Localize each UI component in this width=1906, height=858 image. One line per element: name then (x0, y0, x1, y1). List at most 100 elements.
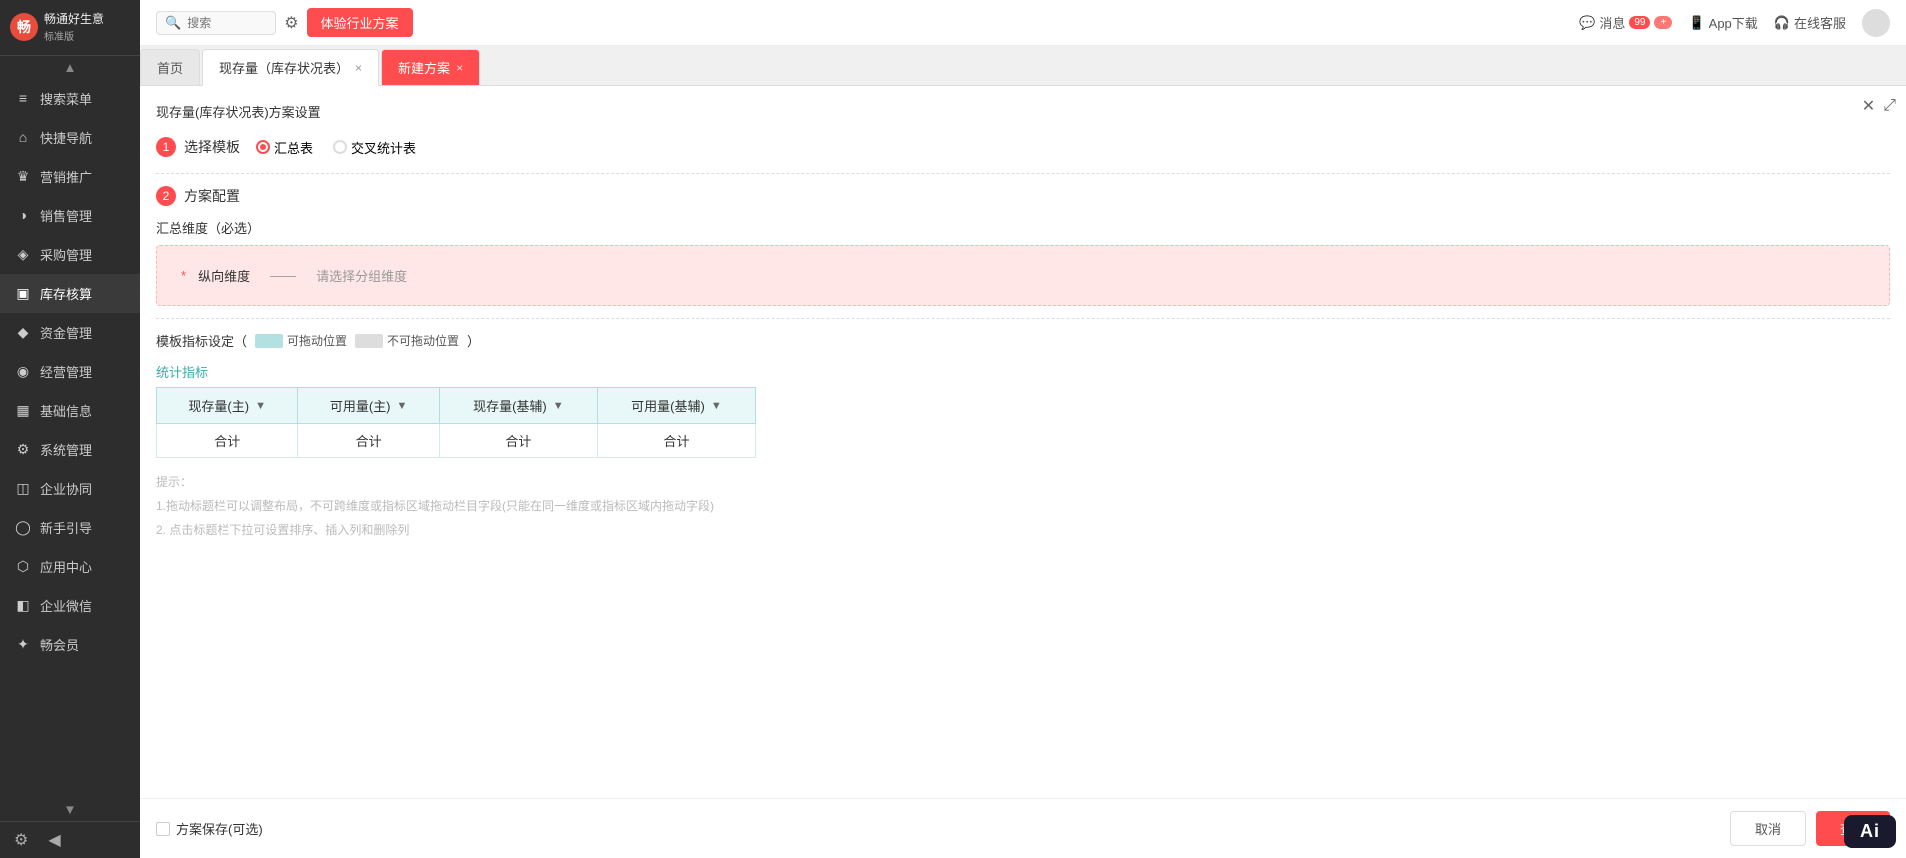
message-label: 消息 (1599, 13, 1625, 32)
sidebar-item-quick-nav[interactable]: ⌂ 快捷导航 (0, 118, 140, 157)
sidebar-item-label: 搜索菜单 (40, 89, 92, 108)
tips-section: 提示： 1.拖动标题栏可以调整布局，不可跨维度或指标区域拖动栏目字段(只能在同一… (156, 470, 1890, 542)
sidebar-item-label: 应用中心 (40, 557, 92, 576)
tab-new-scheme-close[interactable]: × (456, 61, 463, 75)
radio-summary[interactable] (256, 140, 270, 154)
save-option: 方案保存(可选) (156, 819, 263, 838)
save-checkbox[interactable] (156, 822, 170, 836)
dimension-placeholder[interactable]: 请选择分组维度 (316, 266, 407, 285)
legend-fixed-item: 不可拖动位置 (355, 332, 459, 349)
sidebar-item-purchase[interactable]: ◈ 采购管理 (0, 235, 140, 274)
ai-badge[interactable]: Ai (1844, 815, 1896, 848)
topbar-search-box[interactable]: 🔍 (156, 11, 276, 35)
sidebar-item-member[interactable]: ✦ 畅会员 (0, 625, 140, 664)
sidebar-item-label: 采购管理 (40, 245, 92, 264)
col0-label: 现存量(主) (188, 396, 249, 415)
sidebar-settings-icon[interactable]: ⚙ (14, 830, 28, 850)
quick-nav-icon: ⌂ (14, 128, 32, 146)
sidebar-logo: 畅 畅通好生意 标准版 (0, 0, 140, 56)
sidebar-footer: ⚙ ◀ (0, 821, 140, 858)
template-summary[interactable]: 汇总表 (256, 138, 313, 157)
legend-draggable-label: 可拖动位置 (287, 332, 347, 349)
logo-icon: 畅 (10, 13, 38, 41)
sidebar-item-wechat[interactable]: ◧ 企业微信 (0, 586, 140, 625)
topbar-settings-icon[interactable]: ⚙ (284, 13, 298, 33)
footer: 方案保存(可选) 取消 查询 (140, 798, 1906, 858)
sidebar-item-operation[interactable]: ◉ 经营管理 (0, 352, 140, 391)
sidebar-nav: ≡ 搜索菜单 ⌂ 快捷导航 ♛ 营销推广 ◑ 销售管理 ◈ 采购管理 ▣ 库存核… (0, 79, 140, 798)
sidebar-item-finance[interactable]: ◆ 资金管理 (0, 313, 140, 352)
tab-inventory[interactable]: 现存量（库存状况表） × (202, 49, 379, 86)
app-download-icon: 📱 (1688, 15, 1704, 31)
cancel-button[interactable]: 取消 (1730, 811, 1806, 846)
logo-name: 畅通好生意 (44, 12, 104, 28)
col0-arrow[interactable]: ▼ (255, 400, 266, 412)
section-template: 1 选择模板 汇总表 交叉统计表 (156, 137, 1890, 157)
section2-header: 2 方案配置 (156, 186, 1890, 206)
main: 🔍 ⚙ 体验行业方案 💬 消息 99 + 📱 App下载 🎧 在线客服 (140, 0, 1906, 858)
col2-arrow[interactable]: ▼ (553, 400, 564, 412)
sidebar-item-label: 基础信息 (40, 401, 92, 420)
sidebar-item-guide[interactable]: ◯ 新手引导 (0, 508, 140, 547)
search-input[interactable] (187, 16, 267, 30)
indicator-label-suffix: ） (467, 331, 480, 350)
sidebar-item-label: 企业微信 (40, 596, 92, 615)
sidebar-audio-icon[interactable]: ◀ (48, 830, 60, 850)
indicator-label-prefix: 模板指标设定（ (156, 331, 247, 350)
template-cross[interactable]: 交叉统计表 (333, 138, 416, 157)
tab-home[interactable]: 首页 (140, 49, 200, 85)
sidebar-scroll-up[interactable]: ▲ (0, 56, 140, 79)
col1-arrow[interactable]: ▼ (397, 400, 408, 412)
col2-label: 现存量(基辅) (473, 396, 547, 415)
tab-new-scheme-label: 新建方案 (398, 58, 450, 77)
tab-home-label: 首页 (157, 58, 183, 77)
marketing-icon: ♛ (14, 167, 32, 185)
topbar-left: 🔍 ⚙ 体验行业方案 (156, 8, 413, 37)
tip-prefix: 提示： (156, 470, 1890, 494)
section-config: 2 方案配置 汇总维度（必选） * 纵向维度 —— 请选择分组维度 (156, 186, 1890, 542)
sidebar-item-label: 新手引导 (40, 518, 92, 537)
sidebar-item-label: 资金管理 (40, 323, 92, 342)
search-menu-icon: ≡ (14, 89, 32, 107)
sidebar-item-app-center[interactable]: ⬡ 应用中心 (0, 547, 140, 586)
tab-inventory-close[interactable]: × (355, 61, 362, 75)
col-header-2: 现存量(基辅) ▼ (439, 388, 597, 424)
topbar-right: 💬 消息 99 + 📱 App下载 🎧 在线客服 (1579, 9, 1890, 37)
col1-label: 可用量(主) (330, 396, 391, 415)
stats-table-section: 统计指标 现存量(主) ▼ (156, 362, 1890, 458)
section1-title: 选择模板 (184, 137, 240, 157)
app-download-label: App下载 (1709, 13, 1758, 32)
sidebar-item-sales[interactable]: ◑ 销售管理 (0, 196, 140, 235)
divider-2 (156, 318, 1890, 319)
vertical-label: 纵向维度 (198, 266, 250, 285)
tab-inventory-label: 现存量（库存状况表） (219, 58, 349, 77)
section2-title: 方案配置 (184, 186, 240, 206)
sidebar-item-label: 系统管理 (40, 440, 92, 459)
sidebar-item-search-menu[interactable]: ≡ 搜索菜单 (0, 79, 140, 118)
content-controls: ✕ ⤢ (1862, 96, 1896, 116)
section1-header: 1 选择模板 汇总表 交叉统计表 (156, 137, 1890, 157)
tab-new-scheme[interactable]: 新建方案 × (381, 49, 480, 85)
col-header-1: 可用量(主) ▼ (298, 388, 439, 424)
col3-arrow[interactable]: ▼ (711, 400, 722, 412)
message-item[interactable]: 💬 消息 99 + (1579, 13, 1672, 32)
radio-cross[interactable] (333, 140, 347, 154)
legend-draggable-box (255, 334, 283, 348)
col-header-0: 现存量(主) ▼ (157, 388, 298, 424)
sidebar-item-enterprise[interactable]: ◫ 企业协同 (0, 469, 140, 508)
sidebar-item-label: 营销推广 (40, 167, 92, 186)
sidebar-item-inventory[interactable]: ▣ 库存核算 (0, 274, 140, 313)
sidebar-item-basic-info[interactable]: ▦ 基础信息 (0, 391, 140, 430)
user-avatar[interactable] (1862, 9, 1890, 37)
sidebar-item-label: 经营管理 (40, 362, 92, 381)
sidebar-item-marketing[interactable]: ♛ 营销推广 (0, 157, 140, 196)
app-download-item[interactable]: 📱 App下载 (1688, 13, 1757, 32)
tip-1: 1.拖动标题栏可以调整布局，不可跨维度或指标区域拖动栏目字段(只能在同一维度或指… (156, 494, 1890, 518)
table-row: 合计 合计 合计 合计 (157, 424, 756, 458)
sidebar-item-system[interactable]: ⚙ 系统管理 (0, 430, 140, 469)
online-service-item[interactable]: 🎧 在线客服 (1774, 13, 1846, 32)
expand-panel-icon[interactable]: ⤢ (1883, 97, 1896, 115)
trial-btn[interactable]: 体验行业方案 (307, 8, 413, 37)
close-panel-icon[interactable]: ✕ (1862, 96, 1875, 116)
sidebar-scroll-down[interactable]: ▼ (0, 798, 140, 821)
